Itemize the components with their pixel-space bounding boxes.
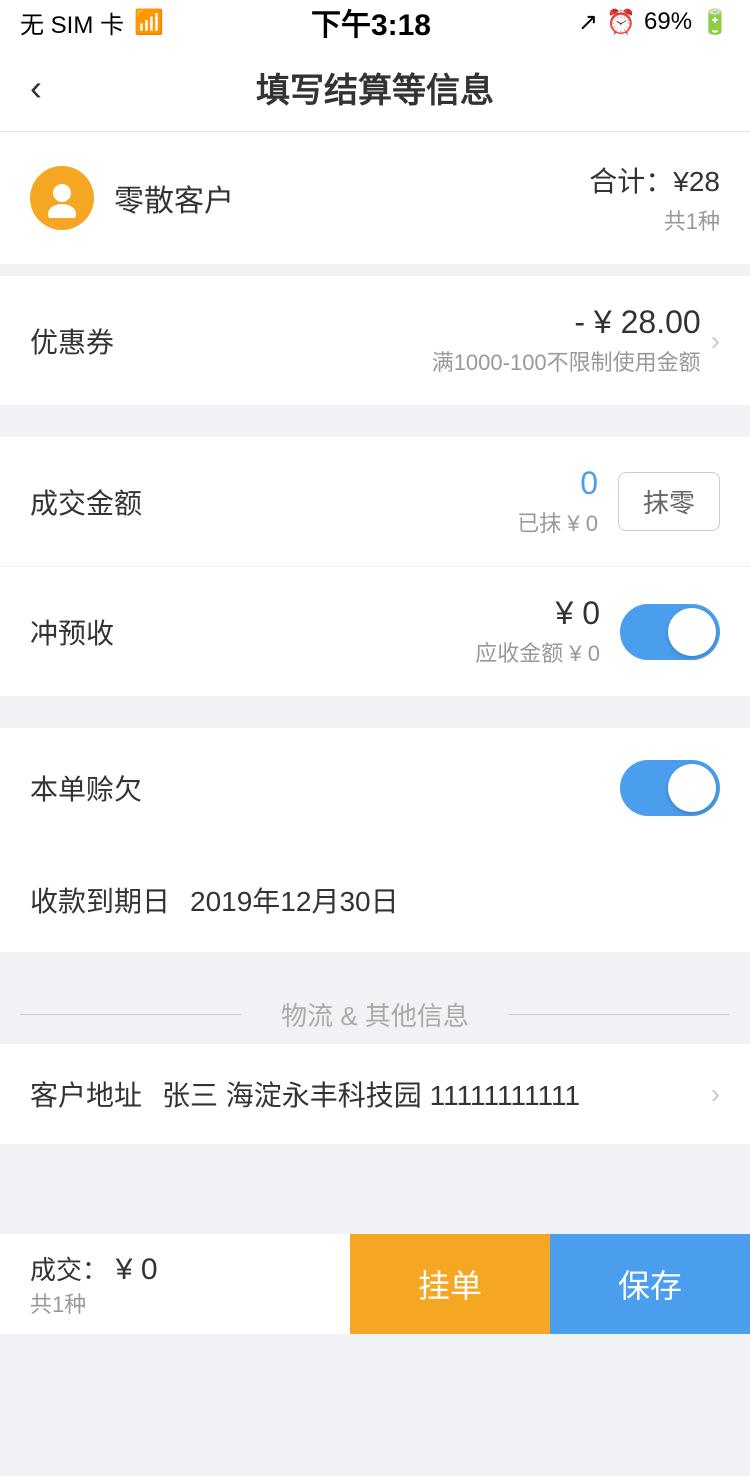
address-chevron: › — [711, 1078, 720, 1110]
separator-2 — [0, 708, 750, 728]
debt-label: 本单赊欠 — [30, 768, 142, 808]
debt-toggle-knob — [668, 764, 716, 812]
battery-icon: 🔋 — [700, 8, 730, 37]
debt-row: 本单赊欠 — [0, 728, 750, 848]
bottom-deal-label: 成交： — [30, 1255, 108, 1285]
chevron-right-icon: › — [711, 325, 720, 357]
status-time: 下午3:18 — [311, 0, 431, 44]
address-chevron-icon: › — [711, 1078, 720, 1110]
save-button[interactable]: 保存 — [550, 1234, 750, 1334]
wifi-icon: 📶 — [134, 8, 164, 37]
logistics-separator: 物流 & 其他信息 — [0, 984, 750, 1044]
bottom-bar: 成交： ¥ 0 共1种 挂单 保存 — [0, 1234, 750, 1334]
bottom-info: 成交： ¥ 0 共1种 — [0, 1250, 350, 1319]
avatar-icon — [42, 178, 82, 218]
address-row[interactable]: 客户地址 张三 海淀永丰科技园 11111111111 › — [0, 1044, 750, 1144]
location-icon: ↗ — [578, 8, 598, 37]
customer-section: 零散客户 合计：¥28 共1种 — [0, 132, 750, 264]
alarm-icon: ⏰ — [606, 8, 636, 37]
coupon-label: 优惠券 — [30, 321, 114, 361]
logistics-line-left — [20, 1014, 241, 1015]
deal-amount-label: 成交金额 — [30, 482, 142, 522]
coupon-section[interactable]: 优惠券 - ¥ 28.00 满1000-100不限制使用金额 › — [0, 276, 750, 405]
due-date-value: 2019年12月30日 — [190, 880, 399, 920]
customer-left: 零散客户 — [30, 166, 234, 230]
battery-text: 69% — [644, 8, 692, 36]
nav-bar: ‹ 填写结算等信息 — [0, 44, 750, 132]
page-title: 填写结算等信息 — [256, 63, 494, 112]
separator-3 — [0, 964, 750, 984]
customer-count: 共1种 — [589, 204, 720, 236]
deal-section: 成交金额 0 已抹 ¥ 0 抹零 冲预收 ¥ 0 应收金额 ¥ 0 — [0, 437, 750, 696]
coupon-description: 满1000-100不限制使用金额 — [432, 345, 701, 377]
due-date-label: 收款到期日 — [30, 880, 170, 920]
carrier-text: 无 SIM 卡 — [20, 5, 124, 40]
deal-amount-row: 成交金额 0 已抹 ¥ 0 抹零 — [0, 437, 750, 567]
bottom-count: 共1种 — [30, 1287, 320, 1319]
logistics-label: 物流 & 其他信息 — [281, 996, 469, 1033]
round-zero-button[interactable]: 抹零 — [618, 472, 720, 531]
customer-total: 合计：¥28 — [589, 160, 720, 200]
bottom-deal-row: 成交： ¥ 0 — [30, 1250, 320, 1287]
bottom-buttons: 挂单 保存 — [350, 1234, 750, 1334]
deal-amount-sub: 已抹 ¥ 0 — [517, 506, 598, 538]
pre-receive-label: 冲预收 — [30, 612, 114, 652]
separator-1 — [0, 417, 750, 437]
address-label: 客户地址 — [30, 1074, 142, 1114]
pre-receive-right: ¥ 0 应收金额 ¥ 0 — [475, 595, 720, 668]
back-button[interactable]: ‹ — [30, 67, 42, 109]
address-value: 张三 海淀永丰科技园 11111111111 — [162, 1074, 711, 1114]
customer-avatar — [30, 166, 94, 230]
coupon-right: - ¥ 28.00 满1000-100不限制使用金额 › — [432, 304, 720, 377]
customer-name: 零散客户 — [114, 176, 234, 220]
status-right: ↗ ⏰ 69% 🔋 — [578, 8, 730, 37]
debt-section: 本单赊欠 收款到期日 2019年12月30日 — [0, 728, 750, 952]
hold-button[interactable]: 挂单 — [350, 1234, 550, 1334]
status-bar: 无 SIM 卡 📶 下午3:18 ↗ ⏰ 69% 🔋 — [0, 0, 750, 44]
coupon-value-block: - ¥ 28.00 满1000-100不限制使用金额 — [432, 304, 701, 377]
status-left: 无 SIM 卡 📶 — [20, 5, 164, 40]
bottom-deal-amount: ¥ 0 — [116, 1253, 158, 1286]
pre-receive-block: ¥ 0 应收金额 ¥ 0 — [475, 595, 600, 668]
deal-amount-block: 0 已抹 ¥ 0 — [517, 465, 598, 538]
coupon-amount: - ¥ 28.00 — [432, 304, 701, 341]
pre-receive-value: ¥ 0 — [475, 595, 600, 632]
logistics-line-right — [509, 1014, 730, 1015]
due-date-row: 收款到期日 2019年12月30日 — [0, 848, 750, 952]
pre-receive-toggle[interactable] — [620, 604, 720, 660]
pre-receive-sub: 应收金额 ¥ 0 — [475, 636, 600, 668]
customer-right: 合计：¥28 共1种 — [589, 160, 720, 236]
debt-toggle[interactable] — [620, 760, 720, 816]
deal-amount-value: 0 — [517, 465, 598, 502]
toggle-knob — [668, 608, 716, 656]
pre-receive-row: 冲预收 ¥ 0 应收金额 ¥ 0 — [0, 567, 750, 696]
deal-amount-right: 0 已抹 ¥ 0 抹零 — [517, 465, 720, 538]
